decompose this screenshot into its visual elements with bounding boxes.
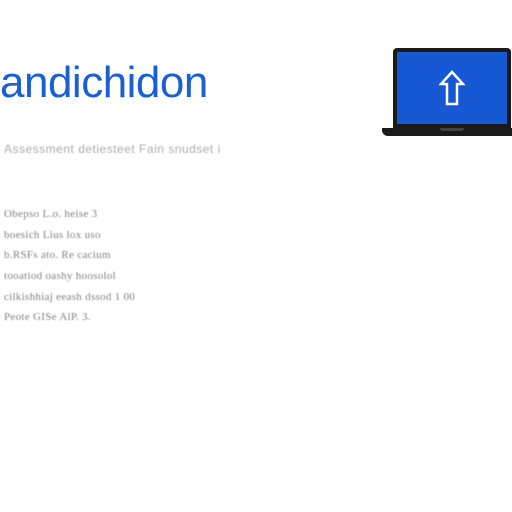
laptop-upload-icon (393, 48, 512, 136)
page-title: andichidon (0, 58, 208, 108)
content-line: b.RSFs ato. Re cacium (4, 246, 304, 265)
page-subtitle: Assessment detiesteet Fain snudset i (4, 142, 221, 156)
content-line: tooatiod oashy hoosolol (4, 267, 304, 286)
content-line: Peote GISe AlP. 3. (4, 308, 304, 327)
content-text-block: Obepso L.o. heise 3 boesich Lius lox uso… (4, 205, 304, 329)
laptop-base (382, 128, 512, 136)
arrow-up-icon (439, 70, 465, 106)
content-line: cilkishhiaj eeash dssod 1 00 (4, 288, 304, 307)
content-line: boesich Lius lox uso (4, 226, 304, 245)
laptop-screen (393, 48, 511, 128)
content-line: Obepso L.o. heise 3 (4, 205, 304, 224)
